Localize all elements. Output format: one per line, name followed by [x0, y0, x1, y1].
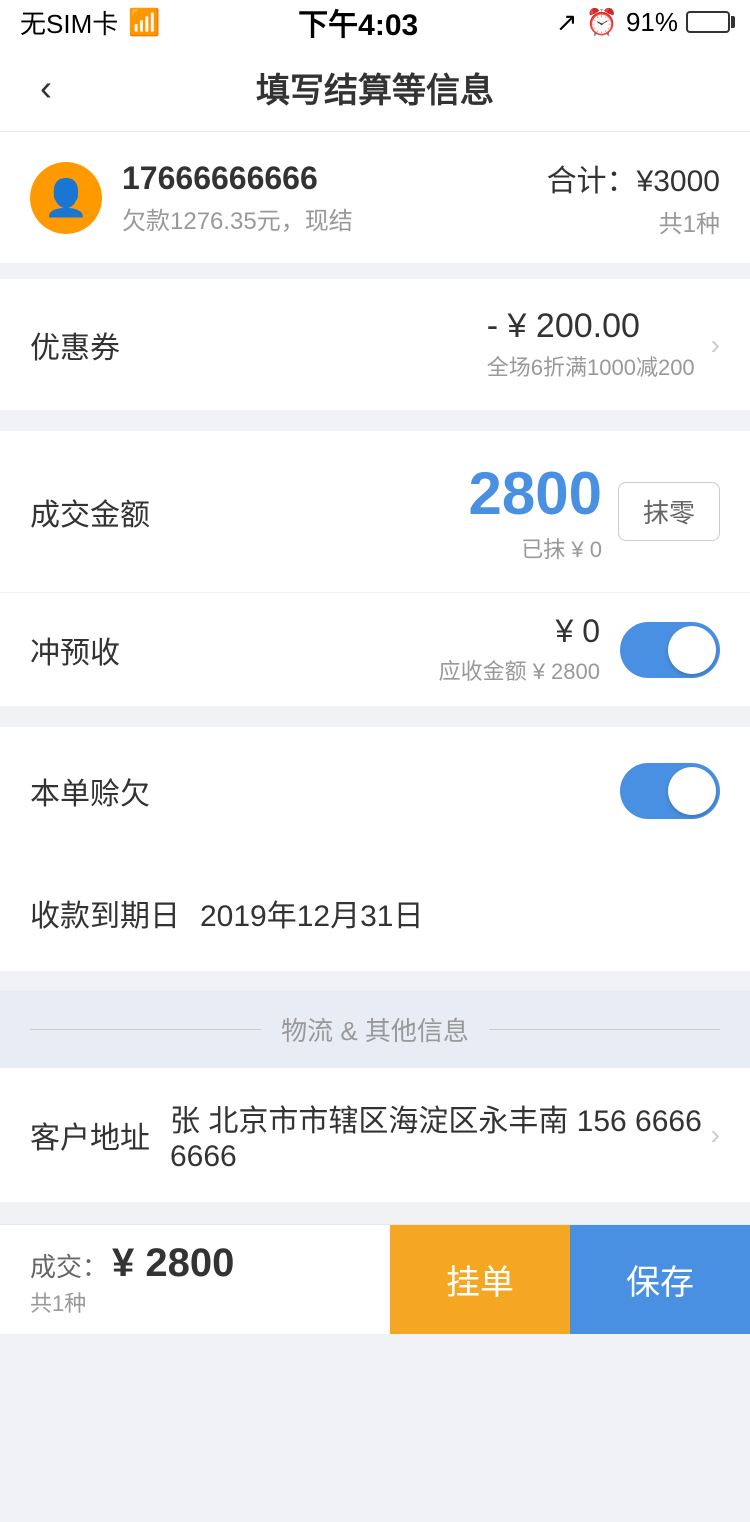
transaction-amount: 2800	[469, 459, 602, 528]
prepay-row: 冲预收 ¥ 0 应收金额 ¥ 2800	[0, 593, 750, 707]
section-divider-3	[0, 971, 750, 991]
coupon-info: - ¥ 200.00 全场6折满1000减200	[487, 307, 695, 382]
deferred-label: 本单赊欠	[30, 769, 150, 813]
save-button[interactable]: 保存	[570, 1225, 750, 1334]
hold-button[interactable]: 挂单	[390, 1225, 570, 1334]
status-time: 下午4:03	[298, 0, 418, 44]
prepay-label: 冲预收	[30, 628, 120, 672]
coupon-row[interactable]: 优惠券 - ¥ 200.00 全场6折满1000减200 ›	[0, 279, 750, 411]
transaction-info: 2800 已抹 ¥ 0	[469, 459, 602, 564]
toggle-knob	[668, 626, 716, 674]
coupon-amount: - ¥ 200.00	[487, 307, 695, 346]
bottom-count: 共1种	[30, 1286, 360, 1318]
transaction-label: 成交金额	[30, 490, 150, 534]
customer-debt: 欠款1276.35元，现结	[122, 201, 353, 236]
battery-icon	[686, 11, 730, 33]
section-header: 物流 & 其他信息	[0, 991, 750, 1068]
location-icon: ↗	[556, 7, 578, 38]
status-right: ↗ ⏰ 91%	[556, 7, 730, 38]
deferred-toggle-knob	[668, 767, 716, 815]
bottom-deal-label: 成交：	[30, 1247, 108, 1284]
bottom-deal-amount: ¥ 2800	[112, 1241, 234, 1286]
prepay-total: 应收金额 ¥ 2800	[439, 654, 600, 686]
status-left: 无SIM卡 📶	[20, 4, 161, 41]
prepay-amount-info: ¥ 0 应收金额 ¥ 2800	[439, 613, 600, 686]
customer-total: 合计：¥3000	[547, 156, 720, 200]
nav-bar: ‹ 填写结算等信息	[0, 44, 750, 132]
customer-info: 17666666666 欠款1276.35元，现结	[122, 160, 353, 236]
bottom-summary: 成交： ¥ 2800 共1种	[0, 1241, 390, 1318]
transaction-row: 成交金额 2800 已抹 ¥ 0 抹零	[0, 431, 750, 593]
customer-count: 共1种	[547, 204, 720, 239]
due-date-value: 2019年12月31日	[200, 891, 423, 935]
coupon-chevron: ›	[711, 329, 720, 361]
coupon-desc: 全场6折满1000减200	[487, 350, 695, 382]
avatar-icon: 👤	[44, 177, 89, 219]
address-row[interactable]: 客户地址 张 北京市市辖区海淀区永丰南 156 6666 6666 ›	[0, 1068, 750, 1202]
address-value: 张 北京市市辖区海淀区永丰南 156 6666 6666	[170, 1096, 711, 1174]
bottom-buttons: 挂单 保存	[390, 1225, 750, 1334]
section-header-text: 物流 & 其他信息	[281, 1011, 469, 1048]
bottom-bar: 成交： ¥ 2800 共1种 挂单 保存	[0, 1224, 750, 1334]
customer-card: 👤 17666666666 欠款1276.35元，现结 合计：¥3000 共1种	[0, 132, 750, 263]
battery-percent: 91%	[626, 7, 678, 38]
customer-right: 合计：¥3000 共1种	[547, 156, 720, 239]
address-label: 客户地址	[30, 1113, 150, 1157]
round-button[interactable]: 抹零	[618, 482, 720, 541]
deferred-row: 本单赊欠	[0, 727, 750, 855]
section-divider-1	[0, 411, 750, 431]
customer-phone: 17666666666	[122, 160, 353, 197]
bottom-deal-line: 成交： ¥ 2800	[30, 1241, 360, 1286]
prepay-toggle[interactable]	[620, 622, 720, 678]
back-button[interactable]: ‹	[30, 57, 62, 119]
coupon-label: 优惠券	[30, 323, 120, 367]
customer-left: 👤 17666666666 欠款1276.35元，现结	[30, 160, 353, 236]
alarm-icon: ⏰	[586, 7, 618, 38]
carrier-text: 无SIM卡	[20, 4, 118, 41]
transaction-sub: 已抹 ¥ 0	[469, 532, 602, 564]
coupon-right: - ¥ 200.00 全场6折满1000减200 ›	[487, 307, 720, 382]
wifi-icon: 📶	[128, 7, 160, 38]
section-header-line-right	[489, 1029, 720, 1030]
section-divider-2	[0, 707, 750, 727]
deferred-toggle[interactable]	[620, 763, 720, 819]
prepay-right: ¥ 0 应收金额 ¥ 2800	[439, 613, 720, 686]
prepay-amount: ¥ 0	[439, 613, 600, 650]
page-title: 填写结算等信息	[256, 63, 494, 112]
due-date-row: 收款到期日 2019年12月31日	[0, 855, 750, 971]
transaction-right: 2800 已抹 ¥ 0 抹零	[469, 459, 721, 564]
status-bar: 无SIM卡 📶 下午4:03 ↗ ⏰ 91%	[0, 0, 750, 44]
avatar: 👤	[30, 162, 102, 234]
section-header-line-left	[30, 1029, 261, 1030]
address-chevron: ›	[711, 1119, 720, 1151]
due-date-label: 收款到期日	[30, 891, 180, 935]
